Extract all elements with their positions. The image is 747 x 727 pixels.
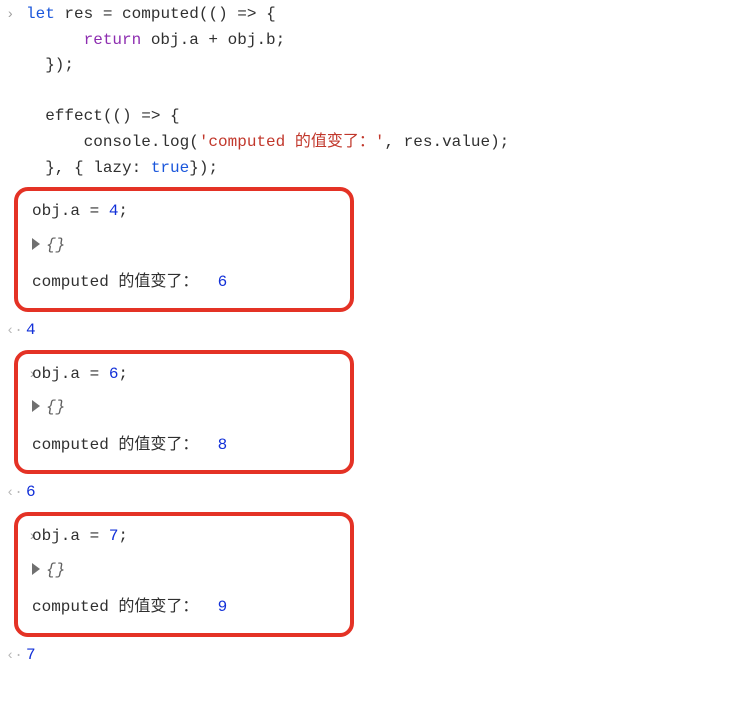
identifier: res (64, 5, 93, 23)
annotation-box: › obj.a = 7; {} computed 的值变了： 9 (14, 512, 354, 637)
number-literal: 6 (218, 273, 228, 291)
output-prompt-icon: ‹· (6, 643, 26, 667)
output-prompt-icon: ‹· (6, 480, 26, 504)
console-log-row: computed 的值变了： 6 (18, 264, 342, 302)
code-block: let res = computed(() => { return obj.a … (26, 2, 747, 181)
console-log-row[interactable]: {} (18, 389, 342, 427)
return-value: 4 (26, 321, 36, 339)
console-log-row: computed 的值变了： 9 (18, 589, 342, 627)
console-input-row[interactable]: obj.a = 4; (18, 197, 342, 227)
number-literal: 7 (109, 527, 119, 545)
annotation-box: obj.a = 4; {} computed 的值变了： 6 (14, 187, 354, 312)
object-preview[interactable]: {} (46, 561, 65, 579)
annotation-box: › obj.a = 6; {} computed 的值变了： 8 (14, 350, 354, 475)
disclosure-triangle-icon[interactable] (32, 400, 40, 412)
keyword-let: let (26, 5, 55, 23)
output-prompt-icon: ‹· (6, 318, 26, 342)
number-literal: 8 (218, 436, 228, 454)
console-log-row[interactable]: {} (18, 227, 342, 265)
console-output-row: ‹· 7 (0, 641, 747, 671)
number-literal: 9 (218, 598, 228, 616)
console-log-row: computed 的值变了： 8 (18, 427, 342, 465)
input-prompt-icon: › (6, 2, 26, 26)
return-value: 6 (26, 483, 36, 501)
object-preview[interactable]: {} (46, 398, 65, 416)
console-input-row[interactable]: › obj.a = 7; (18, 522, 342, 552)
console-output-row: ‹· 6 (0, 478, 747, 508)
disclosure-triangle-icon[interactable] (32, 563, 40, 575)
disclosure-triangle-icon[interactable] (32, 238, 40, 250)
return-value: 7 (26, 646, 36, 664)
keyword-true: true (151, 159, 189, 177)
console-input-row[interactable]: › obj.a = 6; (18, 360, 342, 390)
number-literal: 4 (109, 202, 119, 220)
string-literal: 'computed 的值变了：' (199, 133, 385, 151)
number-literal: 6 (109, 365, 119, 383)
console-output-row: ‹· 4 (0, 316, 747, 346)
console-log-row[interactable]: {} (18, 552, 342, 590)
object-preview[interactable]: {} (46, 236, 65, 254)
keyword-return: return (84, 31, 142, 49)
console-input-row[interactable]: › let res = computed(() => { return obj.… (0, 0, 747, 183)
